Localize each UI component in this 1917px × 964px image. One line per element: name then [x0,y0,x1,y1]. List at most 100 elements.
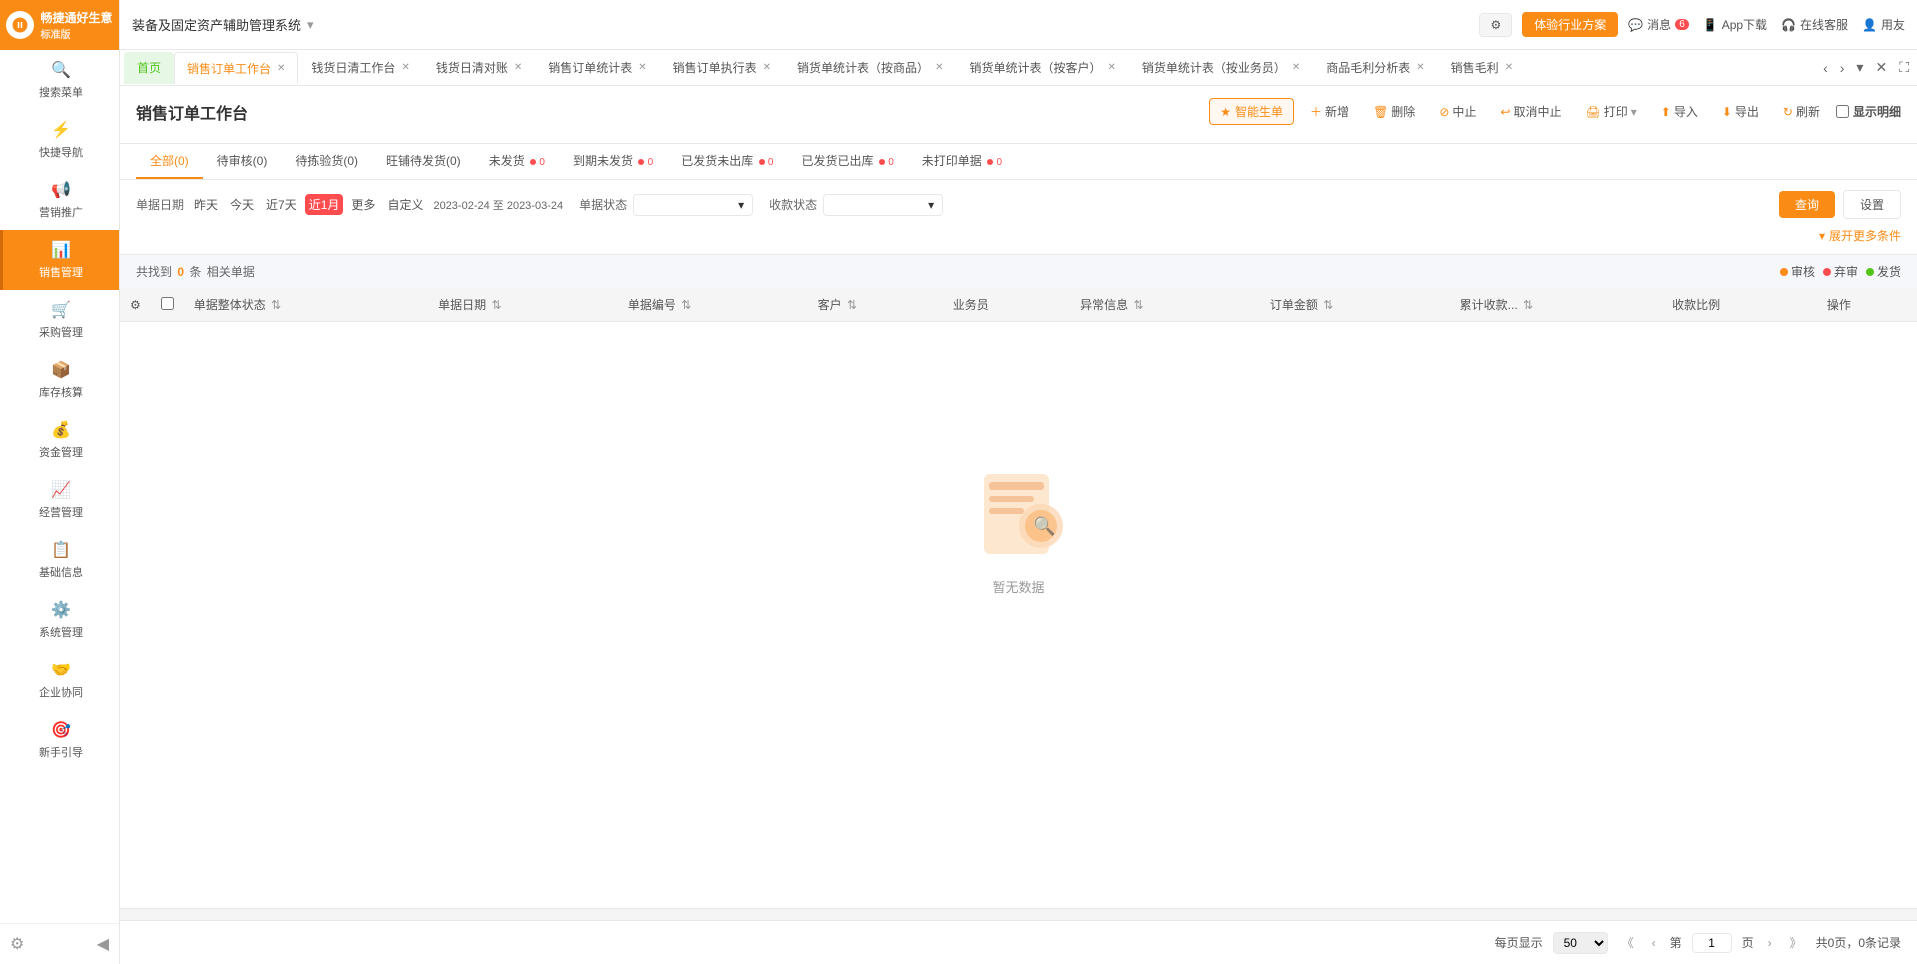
expand-icon: ▾ [1819,229,1825,243]
date-custom-btn[interactable]: 自定义 [383,194,427,215]
tab-close-icon-sales-stats[interactable]: ✕ [638,62,646,73]
query-button[interactable]: 查询 [1779,191,1835,218]
tab-close-icon-cash-reconcile[interactable]: ✕ [514,62,522,73]
sidebar-item-basic-info[interactable]: 📋 基础信息 [0,530,119,590]
next-page-button[interactable]: › [1764,934,1776,952]
per-page-select[interactable]: 20 50 100 [1553,932,1608,954]
th-checkbox[interactable] [151,288,184,322]
sidebar-item-search[interactable]: 🔍 搜索菜单 [0,50,119,110]
sidebar-item-system[interactable]: ⚙️ 系统管理 [0,590,119,650]
sort-exception-icon[interactable]: ⇅ [1134,298,1144,312]
date-yesterday-btn[interactable]: 昨天 [190,194,222,215]
sidebar-item-marketing[interactable]: 📢 营销推广 [0,170,119,230]
payment-select[interactable]: ▾ [823,194,943,216]
filter-tab-pending-review[interactable]: 待审核(0) [203,144,282,179]
filter-tab-not-printed[interactable]: 未打印单据 0 [908,144,1016,179]
sidebar-item-sales[interactable]: 📊 销售管理 [0,230,119,290]
refresh-button[interactable]: ↻ 刷新 [1775,99,1828,124]
sort-status-icon[interactable]: ⇅ [271,298,281,312]
collapse-icon[interactable]: ◀ [97,934,109,954]
status-select[interactable]: ▾ [633,194,753,216]
delete-button[interactable]: 🗑 删除 [1365,99,1423,124]
filter-tab-pending-pickup[interactable]: 待拣验货(0) [281,144,372,179]
user-menu-button[interactable]: 👤 用友 [1862,16,1905,33]
date-field: 单据日期 昨天 今天 近7天 近1月 更多 自定义 2023-02-24 至 2… [136,194,563,215]
tab-cash-daily[interactable]: 钱货日清工作台 ✕ [298,52,422,84]
app-download-button[interactable]: 📱 App下载 [1703,16,1767,33]
tab-close-icon-sales-exec[interactable]: ✕ [763,62,771,73]
tab-cash-reconcile[interactable]: 钱货日清对账 ✕ [423,52,535,84]
prev-page-button[interactable]: ‹ [1648,934,1660,952]
date-1month-btn[interactable]: 近1月 [305,194,344,215]
tab-close-icon-profit[interactable]: ✕ [1505,62,1513,73]
tab-close-icon-stats-staff[interactable]: ✕ [1292,62,1300,73]
review-action-button[interactable]: 审核 [1780,263,1815,280]
export-button[interactable]: ⬇ 导出 [1714,99,1767,124]
import-button[interactable]: ⬆ 导入 [1653,99,1706,124]
sort-amount-icon[interactable]: ⇅ [1323,298,1333,312]
sidebar-item-finance[interactable]: 💰 资金管理 [0,410,119,470]
sidebar-bottom: ⚙ ◀ [0,923,119,964]
tab-home[interactable]: 首页 [124,52,174,84]
tab-restore-icon[interactable]: ⛶ [1895,55,1913,80]
filter-tab-not-shipped[interactable]: 未发货 0 [475,144,559,179]
tab-close-icon-stats-product[interactable]: ✕ [935,62,943,73]
tab-scroll-left-icon[interactable]: ‹ [1819,56,1832,80]
tab-close-icon-sales[interactable]: ✕ [277,63,285,74]
tab-close-icon-cash-daily[interactable]: ✕ [401,62,409,73]
date-7days-btn[interactable]: 近7天 [262,194,301,215]
tab-sales-stats-customer[interactable]: 销货单统计表（按客户） ✕ [956,52,1128,84]
display-detail-checkbox[interactable] [1836,105,1849,118]
sidebar-item-purchase[interactable]: 🛒 采购管理 [0,290,119,350]
horizontal-scrollbar[interactable] [120,908,1917,920]
filter-tab-overdue-not-shipped[interactable]: 到期未发货 0 [559,144,667,179]
tab-sales-order-exec[interactable]: 销售订单执行表 ✕ [660,52,784,84]
tab-sales-order-workbench[interactable]: 销售订单工作台 ✕ [174,52,298,84]
cancel-suspend-button[interactable]: ↩ 取消中止 [1492,99,1569,124]
last-page-button[interactable]: 》 [1786,932,1806,953]
tab-sales-order-stats[interactable]: 销售订单统计表 ✕ [535,52,659,84]
sidebar-item-inventory[interactable]: 📦 库存核算 [0,350,119,410]
tab-close-icon-margin[interactable]: ✕ [1416,62,1424,73]
settings-button[interactable]: ⚙ [1479,13,1512,37]
date-today-btn[interactable]: 今天 [226,194,258,215]
date-more-btn[interactable]: 更多 [347,194,379,215]
filter-tab-shipped-out[interactable]: 已发货已出库 0 [787,144,907,179]
tab-product-margin[interactable]: 商品毛利分析表 ✕ [1313,52,1437,84]
sidebar-item-guide[interactable]: 🎯 新手引导 [0,710,119,770]
sort-date-icon[interactable]: ⇅ [491,298,501,312]
tab-sales-stats-product[interactable]: 销货单统计表（按商品） ✕ [784,52,956,84]
tab-close-all-icon[interactable]: ✕ [1871,55,1891,80]
page-input[interactable] [1692,933,1732,953]
message-button[interactable]: 💬 消息 6 [1628,16,1689,33]
settings-bottom-icon[interactable]: ⚙ [10,934,24,954]
expand-conditions-button[interactable]: ▾ 展开更多条件 [1819,227,1901,244]
sidebar-item-operations[interactable]: 📈 经营管理 [0,470,119,530]
suspend-button[interactable]: ⊘ 中止 [1431,99,1484,124]
sidebar-item-enterprise[interactable]: 🤝 企业协同 [0,650,119,710]
tab-scroll-right-icon[interactable]: › [1836,56,1849,80]
add-button[interactable]: ＋ 新增 [1302,99,1357,124]
tab-sales-profit[interactable]: 销售毛利 ✕ [1438,52,1526,84]
sort-customer-icon[interactable]: ⇅ [847,298,857,312]
sidebar-item-quick-nav[interactable]: ⚡ 快捷导航 [0,110,119,170]
select-all-checkbox[interactable] [161,297,174,310]
cancel-review-action-button[interactable]: 弃审 [1823,263,1858,280]
print-button[interactable]: 🖨 打印 ▾ [1577,99,1644,124]
display-detail-toggle[interactable]: 显示明细 [1836,103,1901,120]
tab-dropdown-icon[interactable]: ▾ [1852,55,1867,80]
filter-tab-wangpu[interactable]: 旺铺待发货(0) [372,144,475,179]
filter-tab-all[interactable]: 全部(0) [136,144,203,179]
set-button[interactable]: 设置 [1843,190,1901,219]
ship-action-button[interactable]: 发货 [1866,263,1901,280]
sort-collected-icon[interactable]: ⇅ [1523,298,1533,312]
sort-number-icon[interactable]: ⇅ [681,298,691,312]
th-settings[interactable]: ⚙ [120,288,151,322]
tab-close-icon-stats-customer[interactable]: ✕ [1107,62,1115,73]
first-page-button[interactable]: 《 [1618,932,1638,953]
smart-create-button[interactable]: ★ 智能生单 [1209,98,1294,125]
industry-solution-button[interactable]: 体验行业方案 [1522,12,1618,37]
filter-tab-shipped-not-out[interactable]: 已发货未出库 0 [667,144,787,179]
tab-sales-stats-staff[interactable]: 销货单统计表（按业务员） ✕ [1129,52,1313,84]
online-service-button[interactable]: 🎧 在线客服 [1781,16,1848,33]
